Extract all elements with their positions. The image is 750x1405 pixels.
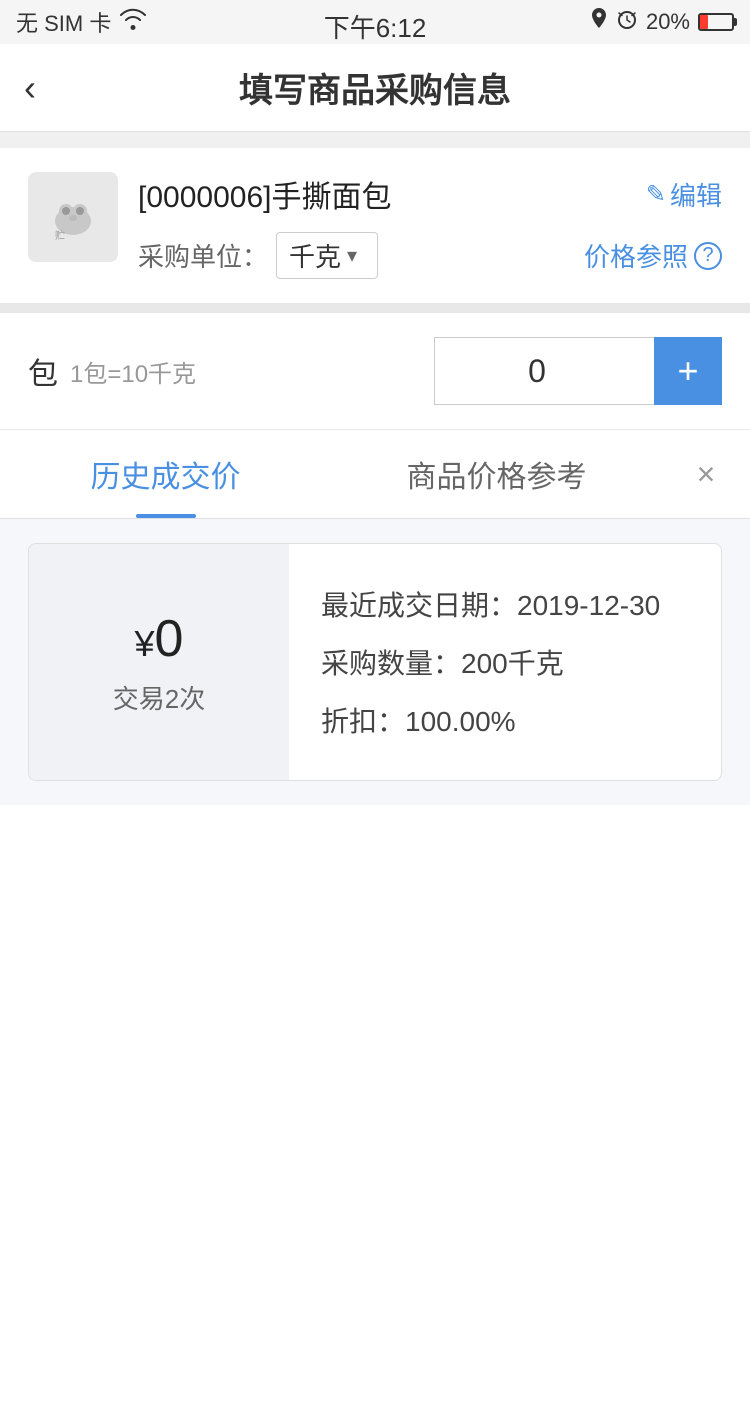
battery-icon <box>698 13 734 31</box>
price-left-panel: ¥0 交易2次 <box>29 544 289 780</box>
status-right: 20% <box>590 8 734 36</box>
history-price-content: ¥0 交易2次 最近成交日期：2019-12-30 采购数量：200千克 折扣：… <box>0 519 750 805</box>
discount-row: 折扣：100.00% <box>321 700 689 740</box>
product-details: [0000006]手撕面包 ✎ 编辑 采购单位： 千克 ▾ 价格参照 ? <box>138 172 722 279</box>
tab-header: 历史成交价 商品价格参考 × <box>0 430 750 519</box>
unit-dropdown[interactable]: 千克 ▾ <box>276 232 378 279</box>
quantity-label-group: 包 1包=10千克 <box>28 349 196 393</box>
currency-symbol: ¥ <box>135 623 155 664</box>
quantity-unit: 包 <box>28 349 58 393</box>
discount-value: 100.00% <box>405 706 516 737</box>
tab-close-button[interactable]: × <box>662 430 750 518</box>
edit-label: 编辑 <box>670 176 722 213</box>
price-amount: 0 <box>155 610 184 668</box>
tab-product-price-ref[interactable]: 商品价格参考 <box>331 430 662 518</box>
section-divider <box>0 303 750 313</box>
price-reference-button[interactable]: 价格参照 ? <box>584 237 722 274</box>
quantity-plus-button[interactable]: + <box>654 337 722 405</box>
quantity-input[interactable] <box>434 337 654 405</box>
unit-value: 千克 <box>289 237 341 274</box>
tab-active-indicator <box>136 514 196 518</box>
purchase-quantity-value: 200千克 <box>461 648 564 679</box>
quantity-row: 包 1包=10千克 + <box>0 313 750 430</box>
edit-icon: ✎ <box>646 180 666 209</box>
unit-label: 采购单位： <box>138 237 268 274</box>
price-card: ¥0 交易2次 最近成交日期：2019-12-30 采购数量：200千克 折扣：… <box>28 543 722 781</box>
price-display: ¥0 <box>135 609 184 669</box>
back-button[interactable]: ‹ <box>24 67 36 109</box>
status-time: 下午6:12 <box>324 8 427 45</box>
nav-bar: ‹ 填写商品采购信息 <box>0 44 750 132</box>
status-bar: 无 SIM 卡 下午6:12 20% <box>0 0 750 44</box>
sim-status: 无 SIM 卡 <box>16 6 111 38</box>
tab-product-price-label: 商品价格参考 <box>407 452 587 496</box>
purchase-quantity-row: 采购数量：200千克 <box>321 642 689 682</box>
location-icon <box>590 8 608 36</box>
discount-label: 折扣： <box>321 706 405 737</box>
page-title: 填写商品采购信息 <box>239 63 511 112</box>
product-card: 贮 [0000006]手撕面包 ✎ 编辑 采购单位： 千克 ▾ 价格参照 <box>0 148 750 303</box>
wifi-icon <box>119 8 147 36</box>
edit-button[interactable]: ✎ 编辑 <box>646 176 722 213</box>
recent-date-label: 最近成交日期： <box>321 590 517 621</box>
recent-date-row: 最近成交日期：2019-12-30 <box>321 584 689 624</box>
svg-text:贮: 贮 <box>55 229 65 242</box>
product-thumbnail: 贮 <box>28 172 118 262</box>
status-left: 无 SIM 卡 <box>16 6 147 38</box>
product-unit-row: 采购单位： 千克 ▾ 价格参照 ? <box>138 232 722 279</box>
unit-selector-group: 采购单位： 千克 ▾ <box>138 232 378 279</box>
price-ref-label: 价格参照 <box>584 237 688 274</box>
product-logo: 贮 <box>43 183 103 251</box>
tab-panel: 历史成交价 商品价格参考 × ¥0 交易2次 最近成交日期：2019-12-30… <box>0 430 750 805</box>
recent-date-value: 2019-12-30 <box>517 590 660 621</box>
battery-percent: 20% <box>646 9 690 35</box>
bottom-area <box>0 805 750 1405</box>
purchase-quantity-label: 采购数量： <box>321 648 461 679</box>
dropdown-arrow-icon: ▾ <box>347 243 357 268</box>
quantity-conversion: 1包=10千克 <box>70 354 196 389</box>
tab-history-label: 历史成交价 <box>91 452 241 496</box>
price-right-panel: 最近成交日期：2019-12-30 采购数量：200千克 折扣：100.00% <box>289 544 721 780</box>
product-top-row: [0000006]手撕面包 ✎ 编辑 <box>138 172 722 216</box>
tab-history-price[interactable]: 历史成交价 <box>0 430 331 518</box>
quantity-input-group: + <box>434 337 722 405</box>
product-name: [0000006]手撕面包 <box>138 172 391 216</box>
transaction-count: 交易2次 <box>113 679 205 716</box>
help-icon: ? <box>694 242 722 270</box>
alarm-icon <box>616 8 638 36</box>
